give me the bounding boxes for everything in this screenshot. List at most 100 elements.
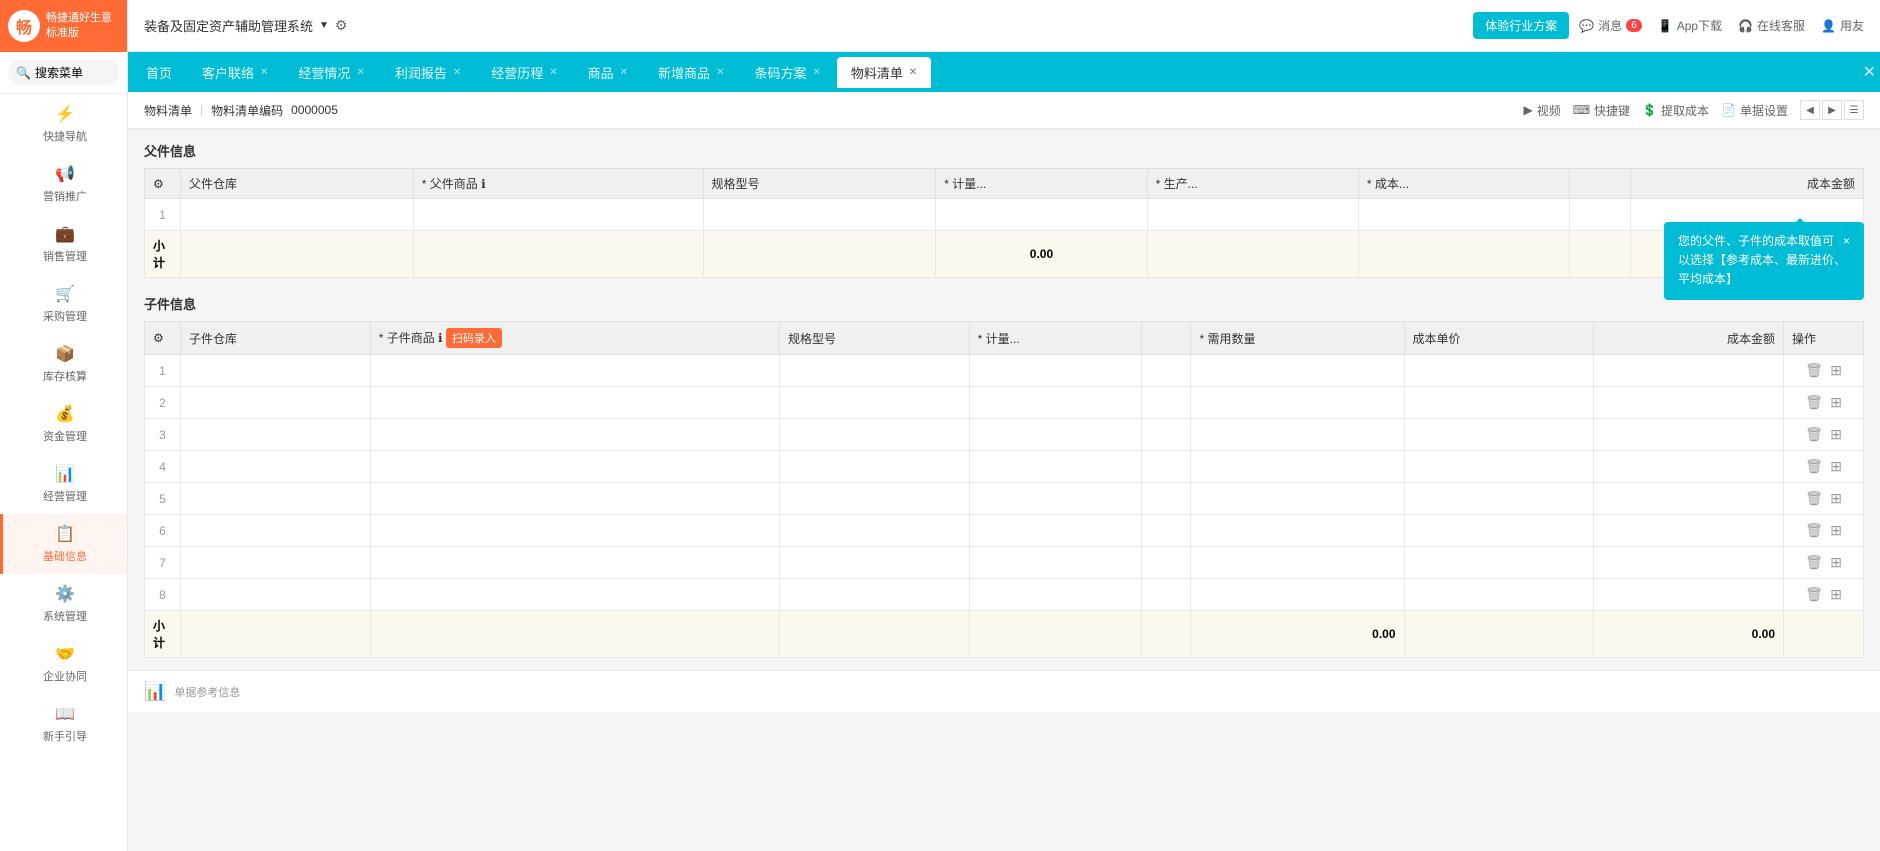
child-unit-3[interactable] [969,419,1141,451]
copy-icon-2[interactable]: ⊞ [1828,392,1844,412]
user-action[interactable]: 👤 用友 [1821,17,1864,34]
delete-icon-5[interactable]: 🗑 [1803,488,1825,508]
child-spec-3[interactable] [779,419,969,451]
tab-close-operations[interactable]: ✕ [356,67,364,78]
child-spec-5[interactable] [779,483,969,515]
tab-close-history[interactable]: ✕ [549,67,557,78]
app-download-action[interactable]: 📱 App下载 [1658,17,1722,34]
child-warehouse-1[interactable] [181,355,371,387]
copy-icon-3[interactable]: ⊞ [1828,424,1844,444]
sidebar-item-purchase[interactable]: 🛒 采购管理 [0,274,127,334]
child-product-5[interactable] [370,483,779,515]
tab-new_product[interactable]: 新增商品✕ [644,57,738,88]
child-unit-7[interactable] [969,547,1141,579]
child-warehouse-3[interactable] [181,419,371,451]
nav-prev-icon[interactable]: ◀ [1800,100,1820,120]
hotkey-action[interactable]: ⌨ 快捷键 [1573,102,1630,119]
sidebar-item-basic[interactable]: 📋 基础信息 [0,514,127,574]
scan-button[interactable]: 扫码录入 [446,328,502,348]
child-qty-2[interactable] [1191,387,1404,419]
single-settings-action[interactable]: 📄 单据设置 [1721,102,1788,119]
parent-production-cell[interactable] [1147,199,1358,231]
child-price-1[interactable] [1404,355,1594,387]
child-price-4[interactable] [1404,451,1594,483]
child-price-6[interactable] [1404,515,1594,547]
child-unit-8[interactable] [969,579,1141,611]
sidebar-item-sales[interactable]: 💼 销售管理 [0,214,127,274]
tab-profit[interactable]: 利润报告✕ [381,57,475,88]
delete-icon-4[interactable]: 🗑 [1803,456,1825,476]
settings-gear-icon[interactable]: ⚙ [335,17,348,34]
child-product-2[interactable] [370,387,779,419]
child-qty-4[interactable] [1191,451,1404,483]
nav-menu-icon[interactable]: ☰ [1844,100,1864,120]
sidebar-item-system[interactable]: ⚙️ 系统管理 [0,574,127,634]
child-qty-5[interactable] [1191,483,1404,515]
child-product-7[interactable] [370,547,779,579]
child-price-5[interactable] [1404,483,1594,515]
sidebar-item-inventory[interactable]: 📦 库存核算 [0,334,127,394]
child-product-3[interactable] [370,419,779,451]
tab-history[interactable]: 经营历程✕ [477,57,571,88]
copy-icon-7[interactable]: ⊞ [1828,552,1844,572]
parent-spec-cell[interactable] [703,199,936,231]
parent-warehouse-cell[interactable] [181,199,414,231]
child-unit-5[interactable] [969,483,1141,515]
child-warehouse-5[interactable] [181,483,371,515]
close-all-icon[interactable]: ✕ [1863,62,1876,82]
delete-icon-2[interactable]: 🗑 [1803,392,1825,412]
child-qty-3[interactable] [1191,419,1404,451]
child-price-2[interactable] [1404,387,1594,419]
child-product-1[interactable] [370,355,779,387]
child-price-7[interactable] [1404,547,1594,579]
message-action[interactable]: 💬 消息 6 [1579,17,1642,34]
child-spec-4[interactable] [779,451,969,483]
child-price-8[interactable] [1404,579,1594,611]
delete-icon-1[interactable]: 🗑 [1803,360,1825,380]
sidebar-item-enterprise[interactable]: 🤝 企业协同 [0,634,127,694]
child-product-6[interactable] [370,515,779,547]
child-qty-8[interactable] [1191,579,1404,611]
extract-cost-action[interactable]: 💲 提取成本 [1642,102,1709,119]
copy-icon-6[interactable]: ⊞ [1828,520,1844,540]
sidebar-search-area[interactable]: 🔍 搜索菜单 [0,52,127,94]
tab-customer[interactable]: 客户联络✕ [188,57,282,88]
delete-icon-8[interactable]: 🗑 [1803,584,1825,604]
child-unit-2[interactable] [969,387,1141,419]
tab-bom[interactable]: 物料清单✕ [837,57,931,88]
child-unit-1[interactable] [969,355,1141,387]
copy-icon-5[interactable]: ⊞ [1828,488,1844,508]
child-warehouse-4[interactable] [181,451,371,483]
child-spec-2[interactable] [779,387,969,419]
sidebar-item-ops[interactable]: 📊 经营管理 [0,454,127,514]
sidebar-item-guide[interactable]: 📖 新手引导 [0,694,127,754]
tab-close-product[interactable]: ✕ [620,67,628,78]
child-warehouse-2[interactable] [181,387,371,419]
delete-icon-7[interactable]: 🗑 [1803,552,1825,572]
copy-icon-8[interactable]: ⊞ [1828,584,1844,604]
delete-icon-6[interactable]: 🗑 [1803,520,1825,540]
child-spec-1[interactable] [779,355,969,387]
tab-operations[interactable]: 经营情况✕ [284,57,378,88]
child-spec-8[interactable] [779,579,969,611]
child-warehouse-6[interactable] [181,515,371,547]
parent-unit-cell[interactable] [936,199,1147,231]
tab-close-customer[interactable]: ✕ [260,67,268,78]
tab-close-barcode[interactable]: ✕ [812,67,820,78]
view-action[interactable]: ▶ 视频 [1523,102,1560,119]
tab-product[interactable]: 商品✕ [574,57,642,88]
child-product-4[interactable] [370,451,779,483]
parent-cost-cell[interactable] [1358,199,1569,231]
sidebar-item-quick_nav[interactable]: ⚡ 快捷导航 [0,94,127,154]
copy-icon-4[interactable]: ⊞ [1828,456,1844,476]
parent-product-cell[interactable] [413,199,703,231]
tooltip-close-icon[interactable]: × [1843,232,1850,251]
try-button[interactable]: 体验行业方案 [1473,12,1569,39]
breadcrumb-bom[interactable]: 物料清单 [144,102,192,119]
child-qty-6[interactable] [1191,515,1404,547]
tab-close-new_product[interactable]: ✕ [716,67,724,78]
tab-home[interactable]: 首页 [132,57,186,88]
child-product-8[interactable] [370,579,779,611]
sidebar-item-marketing[interactable]: 📢 营销推广 [0,154,127,214]
child-qty-1[interactable] [1191,355,1404,387]
